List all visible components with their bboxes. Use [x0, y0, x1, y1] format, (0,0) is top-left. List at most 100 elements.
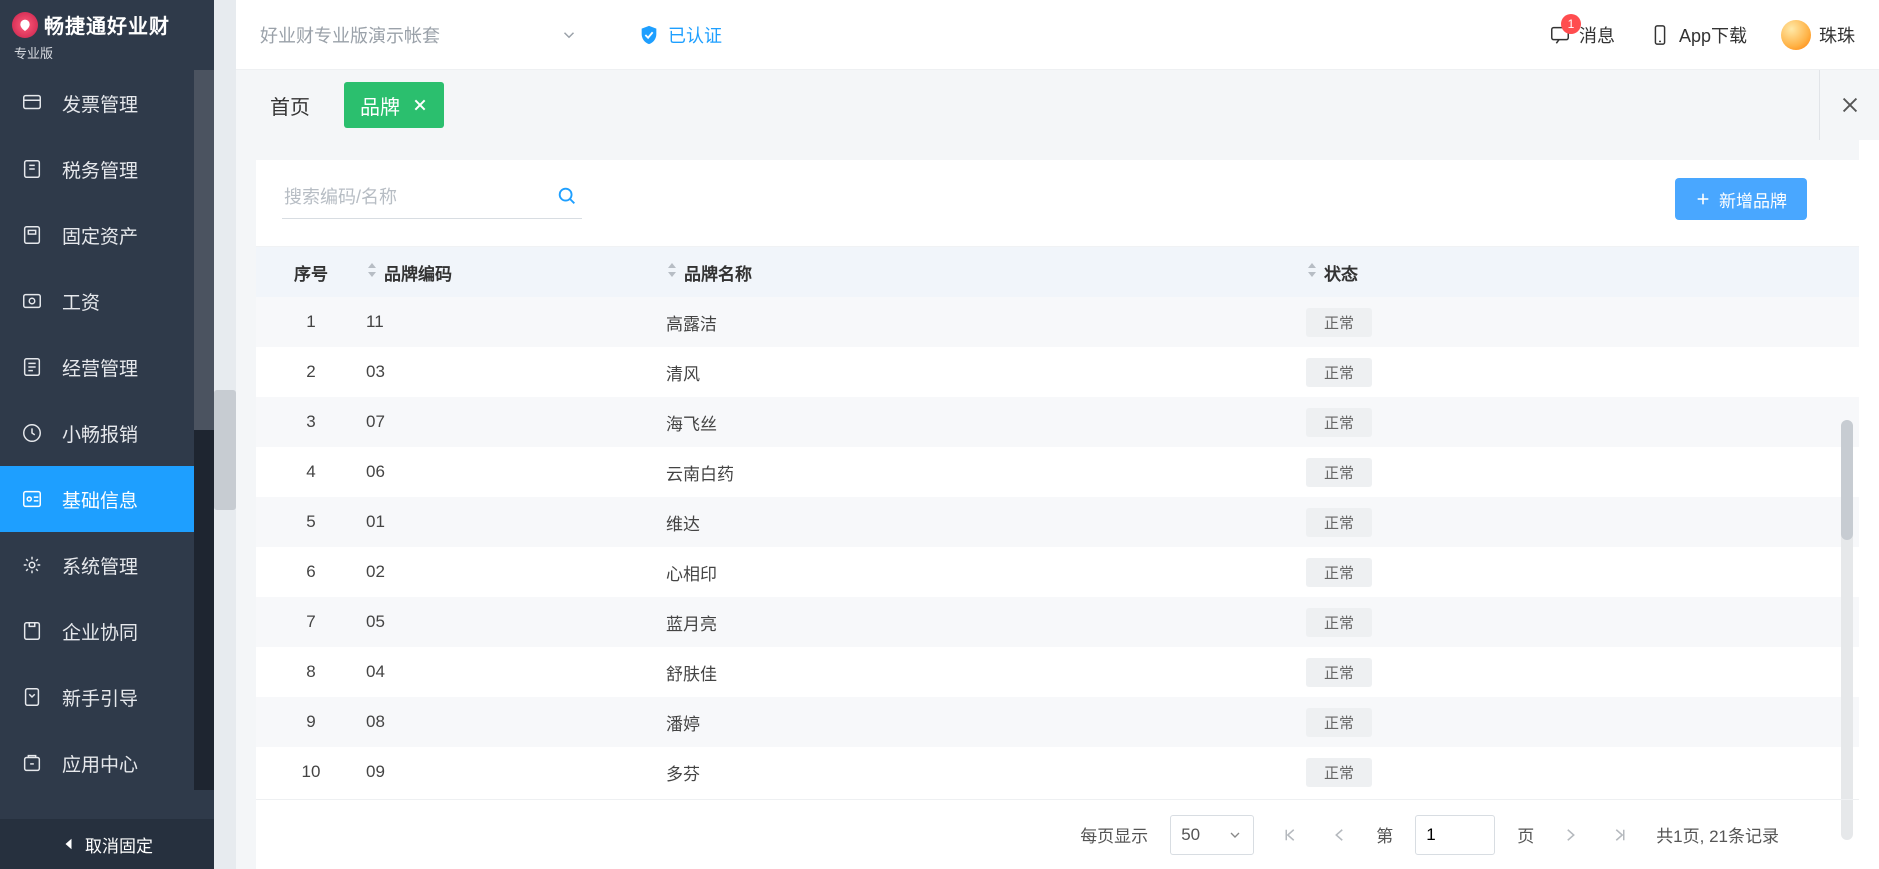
cell-status: 正常	[1306, 708, 1816, 737]
status-badge: 正常	[1306, 358, 1372, 387]
brand-block: 畅捷通好业财 专业版	[0, 0, 214, 66]
cell-name: 清风	[666, 360, 1306, 385]
phone-icon	[1649, 24, 1671, 46]
sidebar-item-0[interactable]: 发票管理	[0, 70, 194, 136]
account-selector[interactable]: 好业财专业版演示帐套	[260, 22, 578, 48]
table-row[interactable]: 111高露洁正常	[256, 297, 1859, 347]
next-page-button[interactable]	[1556, 821, 1584, 849]
col-header-name[interactable]: 品牌名称	[666, 260, 1306, 285]
tab-active[interactable]: 品牌	[344, 82, 444, 128]
cell-status: 正常	[1306, 408, 1816, 437]
prev-page-button[interactable]	[1326, 821, 1354, 849]
chevron-down-icon	[560, 26, 578, 44]
sort-icon	[1306, 262, 1318, 282]
page-prefix: 第	[1376, 822, 1393, 847]
sidebar-scrollbar-thumb[interactable]	[194, 70, 214, 430]
menu-icon	[20, 751, 44, 775]
table-row[interactable]: 908潘婷正常	[256, 697, 1859, 747]
col-header-status[interactable]: 状态	[1306, 260, 1816, 285]
sidebar-item-label: 应用中心	[62, 750, 138, 777]
table-scrollbar-track	[1841, 420, 1853, 840]
sidebar-item-7[interactable]: 系统管理	[0, 532, 194, 598]
table-row[interactable]: 1009多芬正常	[256, 747, 1859, 797]
per-page-value: 50	[1181, 825, 1200, 845]
sidebar-item-2[interactable]: 固定资产	[0, 202, 194, 268]
cell-code: 09	[366, 762, 666, 782]
messages-button[interactable]: 1 消息	[1549, 22, 1615, 48]
tab-active-label: 品牌	[360, 91, 400, 120]
brand-name: 畅捷通好业财	[44, 10, 170, 39]
avatar-icon	[1781, 20, 1811, 50]
cell-code: 08	[366, 712, 666, 732]
sidebar-item-10[interactable]: 应用中心	[0, 730, 194, 796]
cell-status: 正常	[1306, 458, 1816, 487]
status-badge: 正常	[1306, 508, 1372, 537]
table-row[interactable]: 406云南白药正常	[256, 447, 1859, 497]
pagination: 每页显示 50 第 页 共1页, 21条记录	[256, 799, 1859, 869]
cell-code: 06	[366, 462, 666, 482]
last-page-button[interactable]	[1606, 821, 1634, 849]
user-menu[interactable]: 珠珠	[1781, 20, 1855, 50]
cell-name: 多芬	[666, 760, 1306, 785]
menu-icon	[20, 619, 44, 643]
sidebar-item-3[interactable]: 工资	[0, 268, 194, 334]
cell-name: 维达	[666, 510, 1306, 535]
col-header-code[interactable]: 品牌编码	[366, 260, 666, 285]
sort-icon	[366, 262, 378, 282]
sidebar-item-label: 经营管理	[62, 354, 138, 381]
brand-edition: 专业版	[12, 43, 202, 62]
page-summary: 共1页, 21条记录	[1656, 822, 1779, 847]
app-download-label: App下载	[1679, 22, 1747, 48]
sidebar-item-label: 基础信息	[62, 486, 138, 513]
menu-icon	[20, 685, 44, 709]
cell-index: 3	[256, 412, 366, 432]
add-brand-label: 新增品牌	[1719, 187, 1787, 212]
divider-scroll-thumb[interactable]	[214, 390, 236, 510]
toolbar: 新增品牌	[256, 160, 1859, 246]
brand-logo-icon	[12, 12, 38, 38]
cell-code: 11	[366, 312, 666, 332]
sidebar-item-label: 发票管理	[62, 90, 138, 117]
page-input[interactable]	[1415, 815, 1495, 855]
per-page-select[interactable]: 50	[1170, 815, 1254, 855]
menu-icon	[20, 487, 44, 511]
sort-icon	[666, 262, 678, 282]
app-download-button[interactable]: App下载	[1649, 22, 1747, 48]
cell-status: 正常	[1306, 308, 1816, 337]
table-row[interactable]: 804舒肤佳正常	[256, 647, 1859, 697]
table-header: 序号 品牌编码 品牌名称 状态 操作	[256, 247, 1859, 297]
sidebar-item-6[interactable]: 基础信息	[0, 466, 194, 532]
sidebar-item-9[interactable]: 新手引导	[0, 664, 194, 730]
menu-icon	[20, 355, 44, 379]
cell-code: 03	[366, 362, 666, 382]
cell-index: 10	[256, 762, 366, 782]
sidebar-item-8[interactable]: 企业协同	[0, 598, 194, 664]
close-icon[interactable]	[412, 97, 428, 113]
table-scrollbar-thumb[interactable]	[1841, 420, 1853, 540]
unpin-button[interactable]: 取消固定	[0, 819, 214, 869]
first-page-button[interactable]	[1276, 821, 1304, 849]
verified-badge[interactable]: 已认证	[638, 22, 722, 48]
menu-icon	[20, 553, 44, 577]
sidebar-item-4[interactable]: 经营管理	[0, 334, 194, 400]
unpin-label: 取消固定	[85, 832, 153, 857]
plus-icon	[1695, 191, 1711, 207]
table-row[interactable]: 307海飞丝正常	[256, 397, 1859, 447]
sidebar-item-5[interactable]: 小畅报销	[0, 400, 194, 466]
table-row[interactable]: 602心相印正常	[256, 547, 1859, 597]
add-brand-button[interactable]: 新增品牌	[1675, 178, 1807, 220]
cell-code: 01	[366, 512, 666, 532]
cell-ops	[1816, 362, 1859, 382]
table-row[interactable]: 705蓝月亮正常	[256, 597, 1859, 647]
search-icon[interactable]	[556, 185, 578, 210]
sidebar-item-1[interactable]: 税务管理	[0, 136, 194, 202]
table-row[interactable]: 203清风正常	[256, 347, 1859, 397]
search-input[interactable]	[282, 179, 582, 218]
tabs-close-all[interactable]	[1819, 70, 1879, 140]
menu-icon	[20, 421, 44, 445]
tab-home[interactable]: 首页	[254, 91, 326, 120]
cell-name: 心相印	[666, 560, 1306, 585]
search-field	[282, 179, 582, 219]
cell-index: 1	[256, 312, 366, 332]
table-row[interactable]: 501维达正常	[256, 497, 1859, 547]
